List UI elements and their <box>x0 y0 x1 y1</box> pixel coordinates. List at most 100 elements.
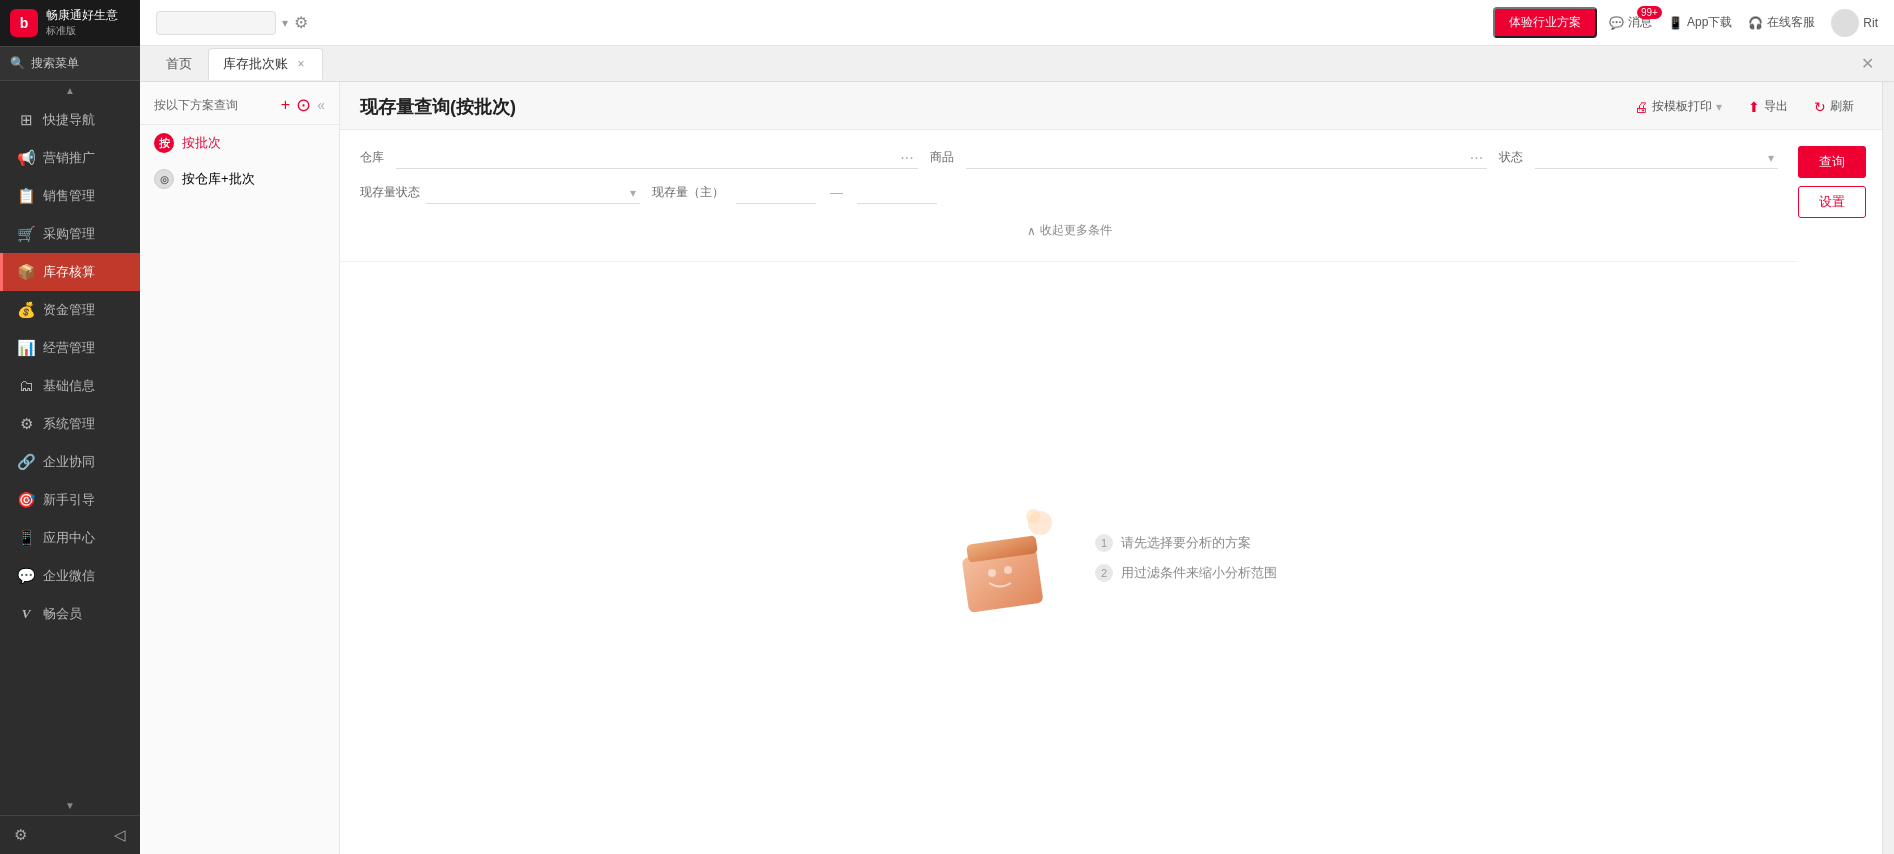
settings-button[interactable]: 设置 <box>1798 186 1866 218</box>
online-service-btn[interactable]: 🎧 在线客服 <box>1748 14 1815 31</box>
sidebar-footer: ⚙ ◁ <box>0 815 140 854</box>
operations-icon: 📊 <box>17 339 35 357</box>
tip-num-2: 2 <box>1095 564 1113 582</box>
phone-icon: 📱 <box>1668 16 1683 30</box>
filter-section: 仓库 ··· 商品 ··· 状态 <box>340 130 1882 262</box>
add-scheme-icon[interactable]: + <box>281 96 290 114</box>
vip-icon: V <box>17 606 35 622</box>
right-scrollbar[interactable] <box>1882 82 1894 854</box>
status-select[interactable] <box>1535 146 1778 169</box>
collapse-sidebar-icon[interactable]: ◁ <box>114 826 126 844</box>
sidebar-item-quick-nav[interactable]: ⊞ 快捷导航 <box>0 101 140 139</box>
page-actions: 🖨 按模板打印 ▾ ⬆ 导出 ↻ 刷新 <box>1626 94 1862 119</box>
status-label: 状态 <box>1499 149 1529 166</box>
chevron-down-icon[interactable]: ▾ <box>282 16 288 30</box>
stock-qty-filter: 现存量（主） — <box>652 181 937 204</box>
purchase-icon: 🛒 <box>17 225 35 243</box>
sidebar-item-label: 经营管理 <box>43 339 95 357</box>
sidebar-item-vip[interactable]: V 畅会员 <box>0 595 140 633</box>
sidebar-item-system[interactable]: ⚙ 系统管理 <box>0 405 140 443</box>
collapse-filters-btn[interactable]: ∧ 收起更多条件 <box>360 216 1778 245</box>
sidebar-header: b 畅康通好生意 标准版 <box>0 0 140 47</box>
tab-home[interactable]: 首页 <box>152 49 206 79</box>
scheme-settings-icon[interactable]: ⊙ <box>296 94 311 116</box>
message-btn[interactable]: 💬 消息 99+ <box>1609 14 1652 31</box>
sidebar-item-operations[interactable]: 📊 经营管理 <box>0 329 140 367</box>
user-name: Rit <box>1863 16 1878 30</box>
stock-qty-max[interactable] <box>857 181 937 204</box>
trial-button[interactable]: 体验行业方案 <box>1493 7 1597 38</box>
right-panel: 现存量查询(按批次) 🖨 按模板打印 ▾ ⬆ 导出 ↻ 刷新 <box>340 82 1882 854</box>
new-user-icon: 🎯 <box>17 491 35 509</box>
gear-icon[interactable]: ⚙ <box>294 13 308 32</box>
enterprise-collab-icon: 🔗 <box>17 453 35 471</box>
print-btn[interactable]: 🖨 按模板打印 ▾ <box>1626 94 1730 119</box>
filter-buttons: 查询 设置 <box>1798 130 1882 262</box>
filter-row-2: 现存量状态 ▾ 现存量（主） — <box>360 181 1778 204</box>
left-panel: 按以下方案查询 + ⊙ « 按 按批次 ◎ 按仓库+批次 <box>140 82 340 854</box>
app-download-btn[interactable]: 📱 App下载 <box>1668 14 1732 31</box>
left-panel-title: 按以下方案查询 <box>154 97 238 114</box>
warehouse-label: 仓库 <box>360 149 390 166</box>
scheme-item-batch[interactable]: 按 按批次 <box>140 125 339 161</box>
collapse-panel-icon[interactable]: « <box>317 97 325 113</box>
product-input[interactable] <box>966 146 1488 169</box>
sales-icon: 📋 <box>17 187 35 205</box>
sidebar-scroll-down[interactable]: ▼ <box>0 795 140 815</box>
stock-qty-min[interactable] <box>736 181 816 204</box>
sidebar-item-inventory[interactable]: 📦 库存核算 <box>0 253 140 291</box>
warehouse-more-icon[interactable]: ··· <box>900 149 913 167</box>
sidebar-item-label: 企业微信 <box>43 567 95 585</box>
refresh-btn[interactable]: ↻ 刷新 <box>1806 94 1862 119</box>
warehouse-input[interactable] <box>396 146 918 169</box>
sidebar-item-sales[interactable]: 📋 销售管理 <box>0 177 140 215</box>
stock-status-arrow: ▾ <box>630 186 636 200</box>
tab-inventory-batch[interactable]: 库存批次账 × <box>208 48 323 80</box>
sidebar-scroll-up[interactable]: ▲ <box>0 81 140 101</box>
tip-text-2: 用过滤条件来缩小分析范围 <box>1121 564 1277 582</box>
sidebar-item-app-center[interactable]: 📱 应用中心 <box>0 519 140 557</box>
empty-illustration <box>945 498 1065 618</box>
sidebar-item-enterprise-wx[interactable]: 💬 企业微信 <box>0 557 140 595</box>
tab-panel-close-icon[interactable]: ✕ <box>1853 54 1882 73</box>
marketing-icon: 📢 <box>17 149 35 167</box>
sidebar-item-label: 快捷导航 <box>43 111 95 129</box>
search-label: 搜索菜单 <box>31 55 79 72</box>
scheme-icon-wh-batch: ◎ <box>154 169 174 189</box>
sidebar-search[interactable]: 🔍 搜索菜单 <box>0 47 140 81</box>
user-avatar[interactable]: Rit <box>1831 9 1878 37</box>
main-area: ▾ ⚙ 体验行业方案 💬 消息 99+ 📱 App下载 🎧 在线客服 Rit <box>140 0 1894 854</box>
system-icon: ⚙ <box>17 415 35 433</box>
print-chevron-icon[interactable]: ▾ <box>1716 100 1722 114</box>
tip-num-1: 1 <box>1095 534 1113 552</box>
sidebar-item-new-user[interactable]: 🎯 新手引导 <box>0 481 140 519</box>
settings-icon[interactable]: ⚙ <box>14 826 27 844</box>
headset-icon: 🎧 <box>1748 16 1763 30</box>
sidebar-item-enterprise-collab[interactable]: 🔗 企业协同 <box>0 443 140 481</box>
empty-tips: 1 请先选择要分析的方案 2 用过滤条件来缩小分析范围 <box>1095 534 1277 582</box>
sidebar-item-purchase[interactable]: 🛒 采购管理 <box>0 215 140 253</box>
sidebar-item-basic[interactable]: 🗂 基础信息 <box>0 367 140 405</box>
sidebar-item-label: 采购管理 <box>43 225 95 243</box>
inventory-icon: 📦 <box>17 263 35 281</box>
export-btn[interactable]: ⬆ 导出 <box>1740 94 1796 119</box>
sidebar-nav: ⊞ 快捷导航 📢 营销推广 📋 销售管理 🛒 采购管理 📦 库存核算 💰 资金管… <box>0 101 140 795</box>
stock-status-filter: 现存量状态 ▾ <box>360 181 640 204</box>
stock-qty-label: 现存量（主） <box>652 184 724 201</box>
page-titlebar: 现存量查询(按批次) 🖨 按模板打印 ▾ ⬆ 导出 ↻ 刷新 <box>340 82 1882 130</box>
product-filter: 商品 ··· <box>930 146 1488 169</box>
tab-close-icon[interactable]: × <box>294 57 308 71</box>
search-input[interactable] <box>156 11 276 35</box>
topbar: ▾ ⚙ 体验行业方案 💬 消息 99+ 📱 App下载 🎧 在线客服 Rit <box>140 0 1894 46</box>
product-more-icon[interactable]: ··· <box>1470 149 1483 167</box>
query-button[interactable]: 查询 <box>1798 146 1866 178</box>
sidebar-item-label: 应用中心 <box>43 529 95 547</box>
refresh-icon: ↻ <box>1814 99 1826 115</box>
scheme-item-warehouse-batch[interactable]: ◎ 按仓库+批次 <box>140 161 339 197</box>
sidebar-item-capital[interactable]: 💰 资金管理 <box>0 291 140 329</box>
enterprise-wx-icon: 💬 <box>17 567 35 585</box>
status-filter: 状态 ▾ <box>1499 146 1778 169</box>
export-icon: ⬆ <box>1748 99 1760 115</box>
stock-status-select[interactable] <box>426 181 640 204</box>
sidebar-item-marketing[interactable]: 📢 营销推广 <box>0 139 140 177</box>
